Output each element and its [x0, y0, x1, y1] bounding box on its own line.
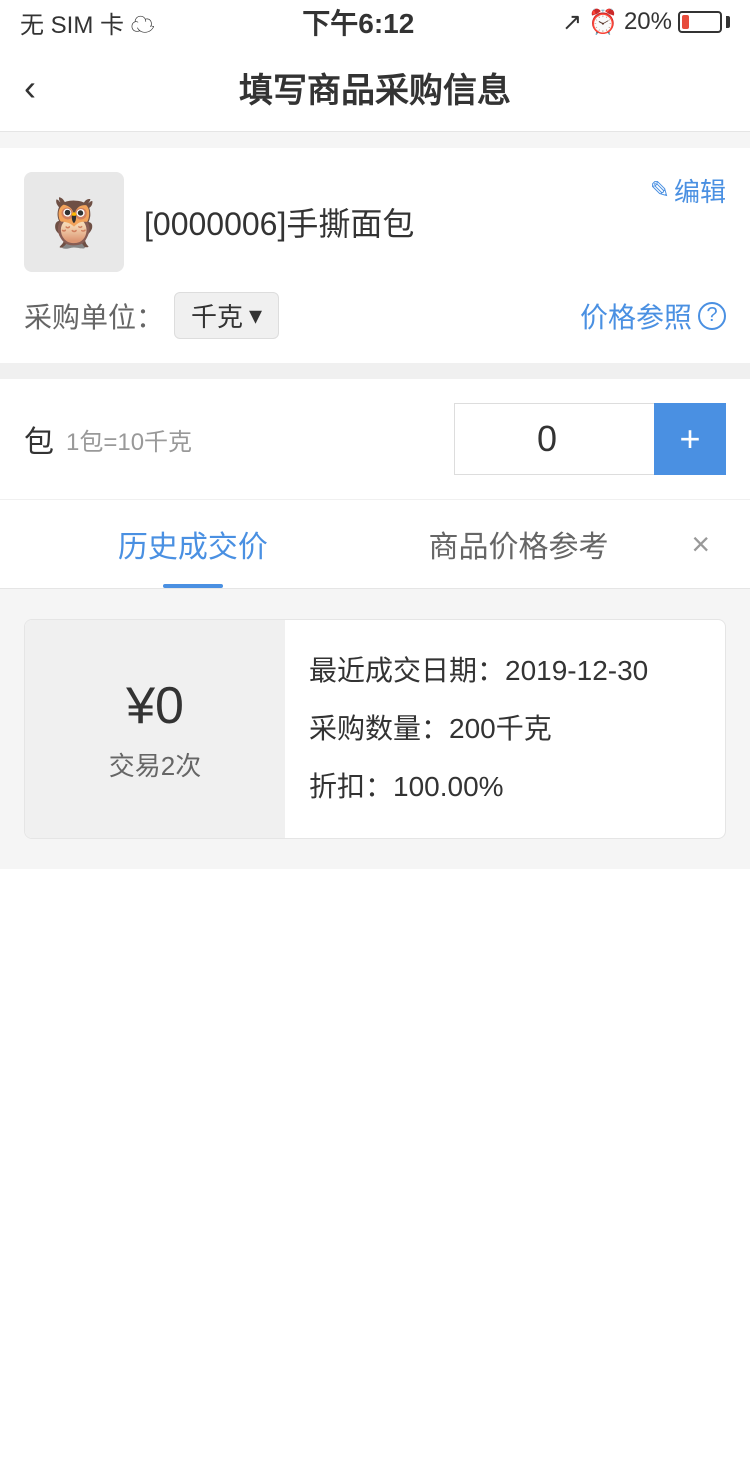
unit-label-text: 采购单位：	[24, 296, 164, 336]
discount-value: 100.00%	[393, 771, 504, 802]
tab-content: ¥0 交易2次 最近成交日期：2019-12-30 采购数量：200千克 折扣：…	[0, 589, 750, 869]
tab-history-price[interactable]: 历史成交价	[30, 500, 356, 588]
quantity-conversion-info: 1包=10千克	[66, 422, 192, 457]
unit-select-dropdown[interactable]: 千克 ▾	[174, 292, 279, 339]
discount-label: 折扣：	[309, 771, 393, 802]
price-card-right: 最近成交日期：2019-12-30 采购数量：200千克 折扣：100.00%	[285, 620, 725, 838]
tab-history-price-label: 历史成交价	[118, 522, 268, 566]
tabs-section: 历史成交价 商品价格参考 × ¥0 交易2次 最近成交日期：2019-12-30…	[0, 500, 750, 869]
status-right: ↗ ⏰ 20%	[562, 8, 730, 37]
price-ref-label: 价格参照	[580, 296, 692, 336]
product-unit-row: 采购单位： 千克 ▾ 价格参照 ?	[24, 292, 726, 339]
currency-symbol: ¥	[126, 677, 155, 735]
status-time: 下午6:12	[302, 2, 414, 42]
product-info: 🦉 [0000006]手撕面包	[24, 172, 414, 272]
purchase-qty-row: 采购数量：200千克	[309, 708, 701, 750]
tabs-header: 历史成交价 商品价格参考 ×	[0, 500, 750, 589]
sim-status: 无 SIM 卡 ☁	[20, 5, 155, 40]
quantity-plus-button[interactable]: +	[654, 403, 726, 475]
status-bar: 无 SIM 卡 ☁ 下午6:12 ↗ ⏰ 20%	[0, 0, 750, 44]
unit-label: 采购单位： 千克 ▾	[24, 292, 279, 339]
battery-fill	[682, 15, 689, 29]
edit-label: 编辑	[674, 172, 726, 209]
price-card-left: ¥0 交易2次	[25, 620, 285, 838]
location-icon: ↗	[562, 8, 582, 37]
product-name: [0000006]手撕面包	[144, 199, 414, 245]
product-header: 🦉 [0000006]手撕面包 ✎ 编辑	[24, 172, 726, 272]
quantity-control: +	[454, 403, 726, 475]
bottom-area	[0, 869, 750, 1469]
section-divider	[0, 363, 750, 379]
page-title: 填写商品采购信息	[239, 63, 511, 112]
alarm-icon: ⏰	[588, 8, 618, 37]
unit-value: 千克	[191, 297, 243, 334]
nav-bar: ‹ 填写商品采购信息	[0, 44, 750, 132]
quantity-label: 包 1包=10千克	[24, 417, 192, 461]
price-amount: ¥0	[126, 676, 184, 736]
amount-value: 0	[155, 677, 184, 735]
price-ref-button[interactable]: 价格参照 ?	[580, 296, 726, 336]
recent-date-label: 最近成交日期：	[309, 655, 505, 686]
price-trades: 交易2次	[109, 746, 201, 783]
back-button[interactable]: ‹	[24, 67, 36, 109]
edit-button[interactable]: ✎ 编辑	[650, 172, 726, 209]
product-card: 🦉 [0000006]手撕面包 ✎ 编辑 采购单位： 千克 ▾ 价格参照 ?	[0, 148, 750, 363]
battery-body	[678, 11, 722, 33]
quantity-unit-text: 包	[24, 417, 54, 461]
battery-icon	[678, 11, 730, 33]
recent-date-value: 2019-12-30	[505, 655, 648, 686]
discount-row: 折扣：100.00%	[309, 766, 701, 808]
battery-percent: 20%	[624, 8, 672, 36]
product-thumbnail-icon: 🦉	[44, 194, 104, 251]
quantity-row: 包 1包=10千克 +	[0, 379, 750, 500]
tab-product-price-ref-label: 商品价格参考	[428, 522, 608, 566]
recent-date-row: 最近成交日期：2019-12-30	[309, 650, 701, 692]
quantity-input[interactable]	[454, 403, 654, 475]
purchase-qty-value: 200千克	[449, 713, 552, 744]
product-image: 🦉	[24, 172, 124, 272]
edit-icon: ✎	[650, 176, 670, 205]
tabs-close-button[interactable]: ×	[681, 516, 720, 573]
tab-product-price-ref[interactable]: 商品价格参考	[356, 500, 682, 588]
battery-cap	[726, 16, 730, 28]
status-left: 无 SIM 卡 ☁	[20, 5, 155, 40]
purchase-qty-label: 采购数量：	[309, 713, 449, 744]
price-history-card: ¥0 交易2次 最近成交日期：2019-12-30 采购数量：200千克 折扣：…	[24, 619, 726, 839]
dropdown-arrow-icon: ▾	[249, 300, 262, 331]
help-icon: ?	[698, 302, 726, 330]
